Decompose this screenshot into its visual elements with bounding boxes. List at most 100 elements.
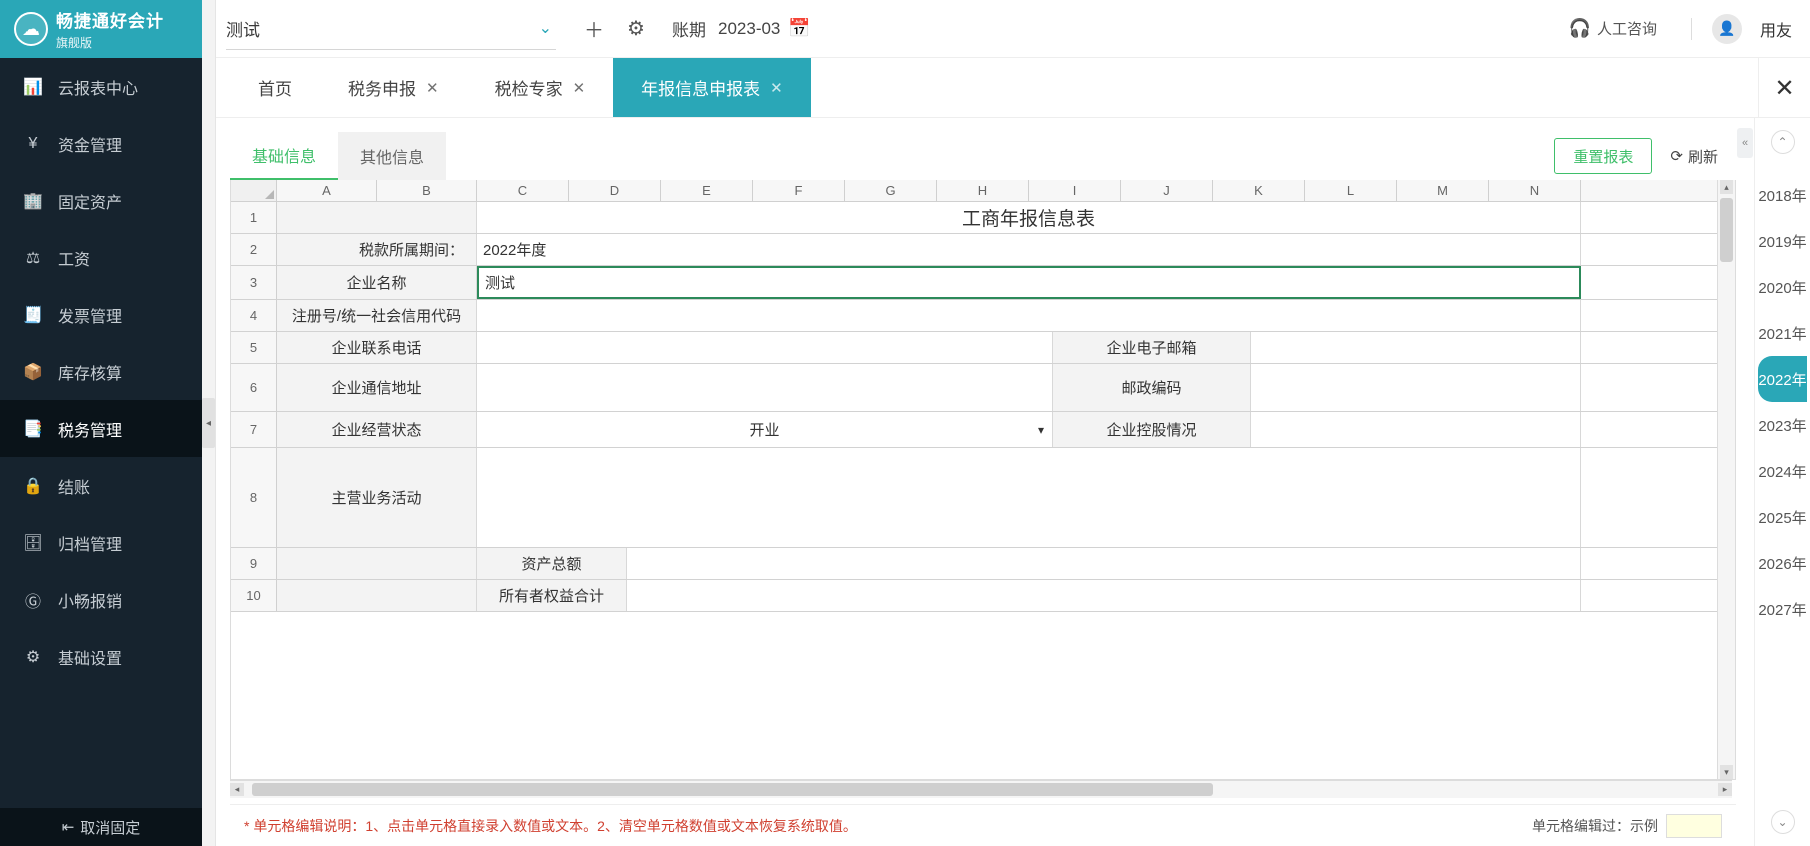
period-selector[interactable]: 账期 2023-03 📅 [672,16,811,41]
year-item[interactable]: 2025年 [1758,494,1806,540]
nav-label: 基础设置 [58,645,122,669]
more-years-button[interactable]: ⌄ [1771,810,1795,834]
scroll-thumb[interactable] [1720,198,1733,262]
year-item[interactable]: 2020年 [1758,264,1806,310]
col-header[interactable]: C [477,180,569,201]
cell: 企业控股情况 [1053,412,1251,447]
nav-item-lock[interactable]: 🔒结账 [0,457,202,514]
row-header[interactable]: 2 [231,234,277,265]
col-header[interactable]: E [661,180,753,201]
col-header[interactable]: M [1397,180,1489,201]
brand-edition: 旗舰版 [56,34,164,51]
col-header[interactable]: A [277,180,377,201]
chevron-left-icon: ◂ [202,398,215,448]
collapse-years-button[interactable]: ⌃ [1771,130,1795,154]
scroll-thumb[interactable] [252,783,1213,796]
row-header[interactable]: 10 [231,580,277,611]
cell: 税款所属期间： [277,234,477,265]
nav-item-tax[interactable]: 📑税务管理 [0,400,202,457]
avatar[interactable]: 👤 [1712,14,1742,44]
col-header[interactable]: D [569,180,661,201]
nav-item-scale[interactable]: ⚖工资 [0,229,202,286]
nav-label: 小畅报销 [58,588,122,612]
select-all-corner[interactable] [231,180,277,201]
year-item[interactable]: 2023年 [1758,402,1806,448]
row-header[interactable]: 6 [231,364,277,411]
company-selector[interactable]: 测试 ⌄ [226,8,556,50]
reset-report-button[interactable]: 重置报表 [1554,138,1652,174]
cell[interactable] [477,364,1053,411]
year-item[interactable]: 2021年 [1758,310,1806,356]
horizontal-scrollbar[interactable]: ◂ ▸ [230,780,1732,798]
col-header[interactable]: K [1213,180,1305,201]
col-header[interactable]: L [1305,180,1397,201]
nav-item-expense[interactable]: Ⓖ小畅报销 [0,571,202,628]
archive-icon: 🗄 [22,532,44,554]
settings-button[interactable]: ⚙ [620,13,652,45]
gear-icon: ⚙ [627,16,645,41]
tab[interactable]: 税检专家✕ [467,58,614,117]
nav-item-settings[interactable]: ⚙ 基础设置 [0,628,202,685]
nav-label: 税务管理 [58,417,122,441]
nav-item-receipt[interactable]: 🧾发票管理 [0,286,202,343]
year-item[interactable]: 2022年 [1758,356,1806,402]
year-item[interactable]: 2018年 [1758,172,1806,218]
cell[interactable] [477,332,1053,363]
add-button[interactable]: ＋ [578,13,610,45]
row-header[interactable]: 7 [231,412,277,447]
cell[interactable] [1251,332,1581,363]
consult-button[interactable]: 🎧 人工咨询 [1569,18,1657,39]
row-header[interactable]: 8 [231,448,277,547]
year-item[interactable]: 2026年 [1758,540,1806,586]
refresh-button[interactable]: ⟳ 刷新 [1670,146,1718,167]
sidebar-collapse-rail[interactable]: ◂ [202,0,216,846]
tab[interactable]: 年报信息申报表✕ [613,58,811,117]
row-header[interactable]: 3 [231,266,277,299]
col-header[interactable]: F [753,180,845,201]
cell[interactable] [627,580,1581,611]
close-icon[interactable]: ✕ [573,79,586,97]
close-all-tabs[interactable]: ✕ [1758,58,1810,118]
nav-item-archive[interactable]: 🗄归档管理 [0,514,202,571]
year-item[interactable]: 2027年 [1758,586,1806,632]
row-header[interactable]: 4 [231,300,277,331]
sidebar: ☁ 畅捷通好会计 旗舰版 📊云报表中心¥资金管理🏢固定资产⚖工资🧾发票管理📦库存… [0,0,202,846]
col-header[interactable]: H [937,180,1029,201]
year-item[interactable]: 2019年 [1758,218,1806,264]
year-item[interactable]: 2024年 [1758,448,1806,494]
cell[interactable] [477,300,1581,331]
close-icon[interactable]: ✕ [426,79,439,97]
col-header[interactable]: G [845,180,937,201]
row-header[interactable]: 1 [231,202,277,233]
cell[interactable] [627,548,1581,579]
nav-item-box[interactable]: 📦库存核算 [0,343,202,400]
vertical-scrollbar[interactable]: ▴ ▾ [1717,180,1735,779]
nav-item-chart[interactable]: 📊云报表中心 [0,58,202,115]
tab[interactable]: 税务申报✕ [320,58,467,117]
cell[interactable] [277,202,477,233]
col-header[interactable]: N [1489,180,1581,201]
settings-icon: ⚙ [22,646,44,668]
col-header[interactable]: J [1121,180,1213,201]
subtab-bar: 基础信息其他信息 重置报表 ⟳ 刷新 [230,132,1736,180]
row-header[interactable]: 5 [231,332,277,363]
subtab[interactable]: 基础信息 [230,132,338,180]
cell[interactable] [477,448,1581,547]
tab[interactable]: 首页 [230,58,320,117]
cell: 企业名称 [277,266,477,299]
col-header[interactable]: B [377,180,477,201]
cell[interactable] [1251,412,1581,447]
close-icon[interactable]: ✕ [770,79,783,97]
unpin-button[interactable]: ⇤ 取消固定 [0,808,202,846]
scroll-up-icon: ▴ [1720,180,1733,194]
cell[interactable]: 2022年度 [477,234,1581,265]
col-header[interactable]: I [1029,180,1121,201]
cell[interactable] [1251,364,1581,411]
panel-collapse-handle[interactable]: « [1736,118,1754,846]
nav-item-money[interactable]: ¥资金管理 [0,115,202,172]
nav-item-building[interactable]: 🏢固定资产 [0,172,202,229]
subtab[interactable]: 其他信息 [338,132,446,180]
row-header[interactable]: 9 [231,548,277,579]
status-dropdown[interactable]: 开业▾ [477,412,1053,447]
company-name-cell[interactable]: 测试 [477,266,1581,299]
